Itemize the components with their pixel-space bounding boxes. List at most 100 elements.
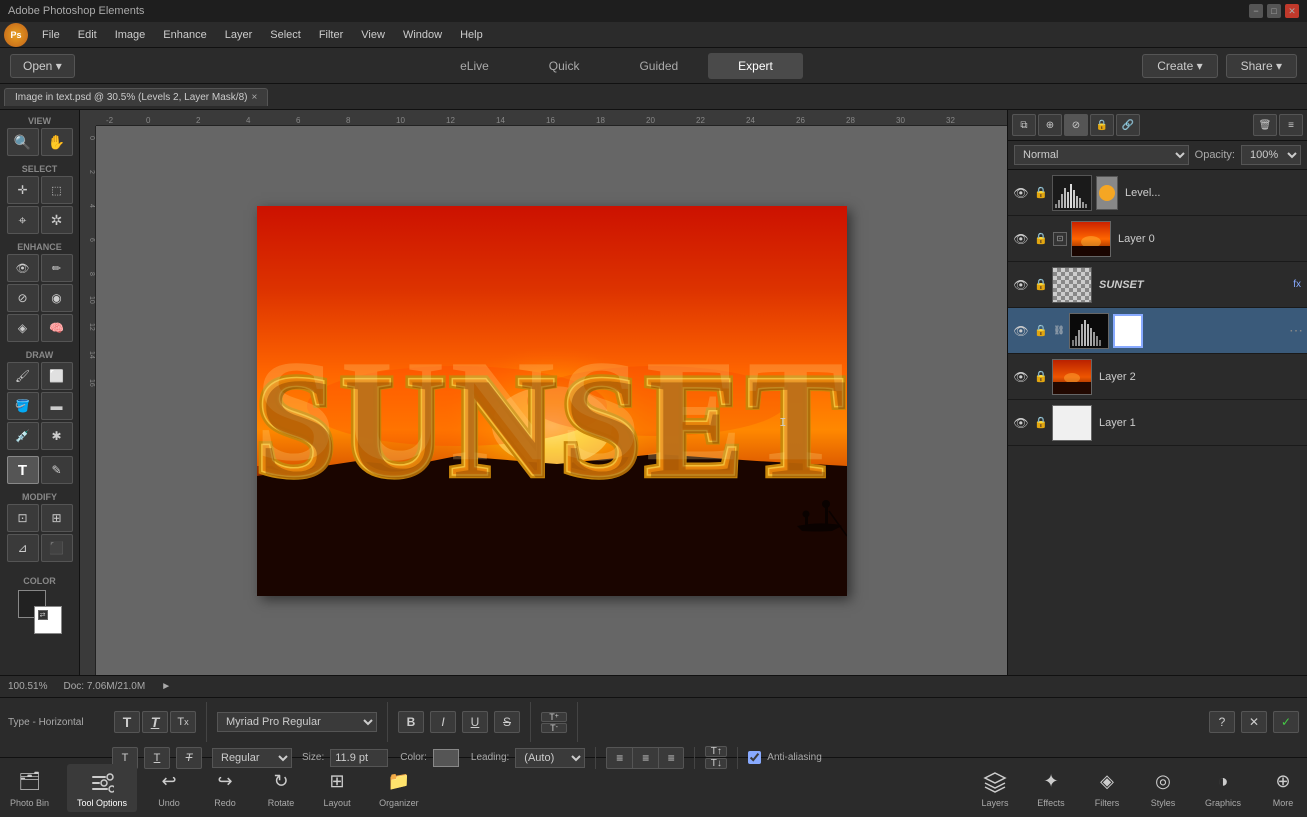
marquee-tool[interactable]: ⬚: [41, 176, 73, 204]
brush-tool[interactable]: 🖌: [7, 362, 39, 390]
panel-tool-1[interactable]: ⧉: [1012, 114, 1036, 136]
layer-lock-icon[interactable]: 🔒: [1033, 369, 1049, 385]
doc-tab-close[interactable]: ×: [251, 92, 257, 103]
layer-row-active[interactable]: 👁 🔒 ⛓: [1008, 308, 1307, 354]
bold-button[interactable]: B: [398, 711, 424, 733]
menu-file[interactable]: File: [34, 26, 68, 44]
tab-expert[interactable]: Expert: [708, 53, 803, 79]
panel-tool-3[interactable]: ⊘: [1064, 114, 1088, 136]
custom-shape-tool[interactable]: ✱: [41, 422, 73, 450]
lasso-tool[interactable]: ⌖: [7, 206, 39, 234]
share-button[interactable]: Share ▾: [1226, 54, 1297, 78]
type-subscript-btn[interactable]: Tx: [170, 711, 196, 733]
maximize-button[interactable]: □: [1267, 4, 1281, 18]
blur-tool[interactable]: ◉: [41, 284, 73, 312]
shape-tool[interactable]: ▬: [41, 392, 73, 420]
magic-wand-tool[interactable]: ✲: [41, 206, 73, 234]
type-italic-btn[interactable]: T: [142, 711, 168, 733]
layer-lock-icon[interactable]: 🔒: [1033, 277, 1049, 293]
tab-elive[interactable]: eLive: [430, 53, 519, 79]
strikethrough-button[interactable]: S: [494, 711, 520, 733]
spot-heal-tool[interactable]: ✏: [41, 254, 73, 282]
warp-text-up-btn[interactable]: T↑: [705, 746, 727, 757]
menu-layer[interactable]: Layer: [217, 26, 261, 44]
content-tool[interactable]: ⬛: [41, 534, 73, 562]
tab-guided[interactable]: Guided: [609, 53, 708, 79]
subscript-btn[interactable]: T-: [541, 723, 567, 733]
layer-visibility-toggle[interactable]: 👁: [1012, 184, 1030, 202]
menu-select[interactable]: Select: [262, 26, 309, 44]
menu-help[interactable]: Help: [452, 26, 491, 44]
menu-edit[interactable]: Edit: [70, 26, 105, 44]
hand-tool[interactable]: ✋: [41, 128, 73, 156]
panel-more-button[interactable]: ≡: [1279, 114, 1303, 136]
eraser-tool[interactable]: ⬜: [41, 362, 73, 390]
open-button[interactable]: Open ▾: [10, 54, 75, 78]
crop-tool[interactable]: ⊡: [7, 504, 39, 532]
status-arrow[interactable]: ►: [161, 681, 171, 692]
help-button[interactable]: ?: [1209, 711, 1235, 733]
layer-row[interactable]: 👁 🔒 Layer 1: [1008, 400, 1307, 446]
organizer-button[interactable]: 📁 Organizer: [369, 764, 429, 812]
layer-row[interactable]: 👁 🔒: [1008, 170, 1307, 216]
align-left-button[interactable]: ≡: [606, 747, 632, 769]
more-button[interactable]: ⊕ More: [1259, 764, 1307, 812]
blend-mode-select[interactable]: Normal Dissolve Multiply Screen Overlay: [1014, 145, 1189, 165]
italic-button[interactable]: I: [430, 711, 456, 733]
menu-view[interactable]: View: [353, 26, 393, 44]
layer-visibility-toggle[interactable]: 👁: [1012, 230, 1030, 248]
graphics-button[interactable]: ◑ Graphics: [1195, 764, 1251, 812]
layout-button[interactable]: ⊞ Layout: [313, 764, 361, 812]
create-button[interactable]: Create ▾: [1142, 54, 1217, 78]
smudge-tool[interactable]: 🧠: [41, 314, 73, 342]
panel-tool-4[interactable]: 🔒: [1090, 114, 1114, 136]
layer-visibility-toggle[interactable]: 👁: [1012, 322, 1030, 340]
tool-options-button[interactable]: Tool Options: [67, 764, 137, 812]
layers-button[interactable]: Layers: [971, 764, 1019, 812]
opacity-select[interactable]: 100% 75% 50% 25%: [1241, 145, 1301, 165]
layer-visibility-toggle[interactable]: 👁: [1012, 368, 1030, 386]
eyedropper-tool[interactable]: 💉: [7, 422, 39, 450]
menu-enhance[interactable]: Enhance: [155, 26, 214, 44]
clone-tool[interactable]: ⊘: [7, 284, 39, 312]
photo-bin-button[interactable]: 🗂 Photo Bin: [0, 764, 59, 812]
warp-text-down-btn[interactable]: T↓: [705, 758, 727, 769]
panel-tool-5[interactable]: 🔗: [1116, 114, 1140, 136]
tab-quick[interactable]: Quick: [519, 53, 610, 79]
sponge-tool[interactable]: ◈: [7, 314, 39, 342]
paint-tool[interactable]: ✎: [41, 456, 73, 484]
layer-visibility-toggle[interactable]: 👁: [1012, 414, 1030, 432]
undo-button[interactable]: ↩ Undo: [145, 764, 193, 812]
filters-button[interactable]: ◈ Filters: [1083, 764, 1131, 812]
layer-lock-icon[interactable]: 🔒: [1033, 323, 1049, 339]
layer-visibility-toggle[interactable]: 👁: [1012, 276, 1030, 294]
red-eye-tool[interactable]: 👁: [7, 254, 39, 282]
type-tool[interactable]: T: [7, 456, 39, 484]
superscript-btn[interactable]: T+: [541, 712, 567, 722]
close-button[interactable]: ✕: [1285, 4, 1299, 18]
minimize-button[interactable]: −: [1249, 4, 1263, 18]
image-canvas[interactable]: SUNSET: [257, 206, 847, 596]
menu-filter[interactable]: Filter: [311, 26, 351, 44]
layer-lock-icon[interactable]: 🔒: [1033, 415, 1049, 431]
menu-image[interactable]: Image: [107, 26, 154, 44]
cancel-type-button[interactable]: ✕: [1241, 711, 1267, 733]
underline-button[interactable]: U: [462, 711, 488, 733]
paint-bucket-tool[interactable]: 🪣: [7, 392, 39, 420]
doc-tab[interactable]: Image in text.psd @ 30.5% (Levels 2, Lay…: [4, 88, 268, 106]
align-center-button[interactable]: ≡: [632, 747, 658, 769]
recompose-tool[interactable]: ⊞: [41, 504, 73, 532]
leading-select[interactable]: (Auto) 12 pt 14 pt: [515, 748, 585, 768]
layer-row[interactable]: 👁 🔒 SUNSET fx: [1008, 262, 1307, 308]
rotate-button[interactable]: ↻ Rotate: [257, 764, 305, 812]
type-regular-btn[interactable]: T: [114, 711, 140, 733]
delete-layer-button[interactable]: 🗑: [1253, 114, 1277, 136]
panel-tool-2[interactable]: ⊕: [1038, 114, 1062, 136]
move-tool[interactable]: ✛: [7, 176, 39, 204]
layer-lock-icon[interactable]: 🔒: [1033, 185, 1049, 201]
swap-colors-icon[interactable]: ⇄: [38, 610, 48, 620]
layer-lock-icon[interactable]: 🔒: [1033, 231, 1049, 247]
styles-button[interactable]: ◎ Styles: [1139, 764, 1187, 812]
anti-alias-checkbox[interactable]: [748, 751, 761, 764]
straighten-tool[interactable]: ⊿: [7, 534, 39, 562]
